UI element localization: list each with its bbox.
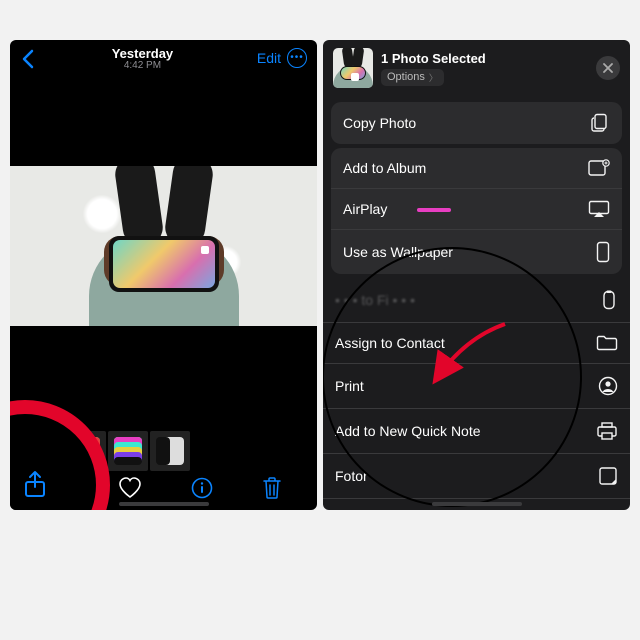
more-button[interactable]: ••• — [287, 48, 307, 68]
row-label: • • • to Fi • • • — [335, 292, 415, 308]
nav-title: Yesterday 4:42 PM — [28, 46, 257, 71]
share-header: 1 Photo Selected Options〉 — [323, 40, 630, 98]
print-row[interactable]: Print — [323, 363, 630, 408]
copy-icon — [590, 113, 610, 133]
row-label: Fotor — [335, 468, 368, 484]
photo-viewer[interactable] — [10, 76, 317, 416]
filmstrip-thumb[interactable] — [108, 431, 148, 471]
note-icon — [598, 466, 618, 486]
fotor-row[interactable]: Fotor — [323, 453, 630, 498]
album-add-icon — [588, 159, 610, 177]
assign-to-contact-row[interactable]: Assign to Contact — [323, 322, 630, 363]
quick-note-row[interactable]: Add to New Quick Note — [323, 408, 630, 453]
actions-card: Add to Album AirPlay Use as Wallpaper — [331, 148, 622, 274]
row-label: Use as Wallpaper — [343, 244, 453, 260]
wallpaper-icon — [596, 241, 610, 263]
nav-bar: Yesterday 4:42 PM Edit ••• — [10, 40, 317, 76]
wallpaper-row[interactable]: Use as Wallpaper — [331, 229, 622, 274]
photo-content — [10, 166, 317, 326]
photos-app-screen: Yesterday 4:42 PM Edit ••• — [10, 40, 317, 510]
row-label: Add to Album — [343, 160, 426, 176]
add-to-album-row[interactable]: Add to Album — [331, 148, 622, 188]
actions-list: • • • to Fi • • • Assign to Contact Prin… — [323, 278, 630, 510]
chevron-right-icon: 〉 — [429, 71, 438, 84]
trash-button[interactable] — [262, 476, 282, 500]
airplay-row[interactable]: AirPlay — [331, 188, 622, 229]
folder-icon — [596, 335, 618, 351]
airplay-indicator — [417, 208, 451, 212]
edit-button[interactable]: Edit — [257, 50, 281, 66]
row-label: Print — [335, 378, 364, 394]
copy-card: Copy Photo — [331, 102, 622, 144]
nav-time-text: 4:42 PM — [28, 60, 257, 71]
share-title: 1 Photo Selected — [381, 51, 486, 66]
row-label: Copy Photo — [343, 115, 416, 131]
filmstrip-thumb[interactable] — [150, 431, 190, 471]
info-button[interactable] — [191, 476, 213, 500]
home-indicator[interactable] — [432, 502, 522, 506]
share-thumbnail — [333, 48, 373, 88]
share-button[interactable] — [22, 470, 48, 500]
save-to-files-row[interactable]: • • • to Fi • • • — [323, 278, 630, 322]
close-button[interactable] — [596, 56, 620, 80]
airplay-icon — [588, 200, 610, 218]
share-sheet: 1 Photo Selected Options〉 Copy Photo Add… — [323, 40, 630, 510]
contact-icon — [598, 376, 618, 396]
copy-photo-row[interactable]: Copy Photo — [331, 102, 622, 144]
options-button[interactable]: Options〉 — [381, 69, 444, 86]
row-label: Add to New Quick Note — [335, 423, 481, 439]
nav-title-text: Yesterday — [28, 46, 257, 61]
files-icon — [600, 290, 618, 310]
favorite-button[interactable] — [118, 476, 142, 500]
home-indicator[interactable] — [119, 502, 209, 506]
row-label: AirPlay — [343, 201, 387, 217]
row-label: Assign to Contact — [335, 335, 445, 351]
printer-icon — [596, 421, 618, 441]
